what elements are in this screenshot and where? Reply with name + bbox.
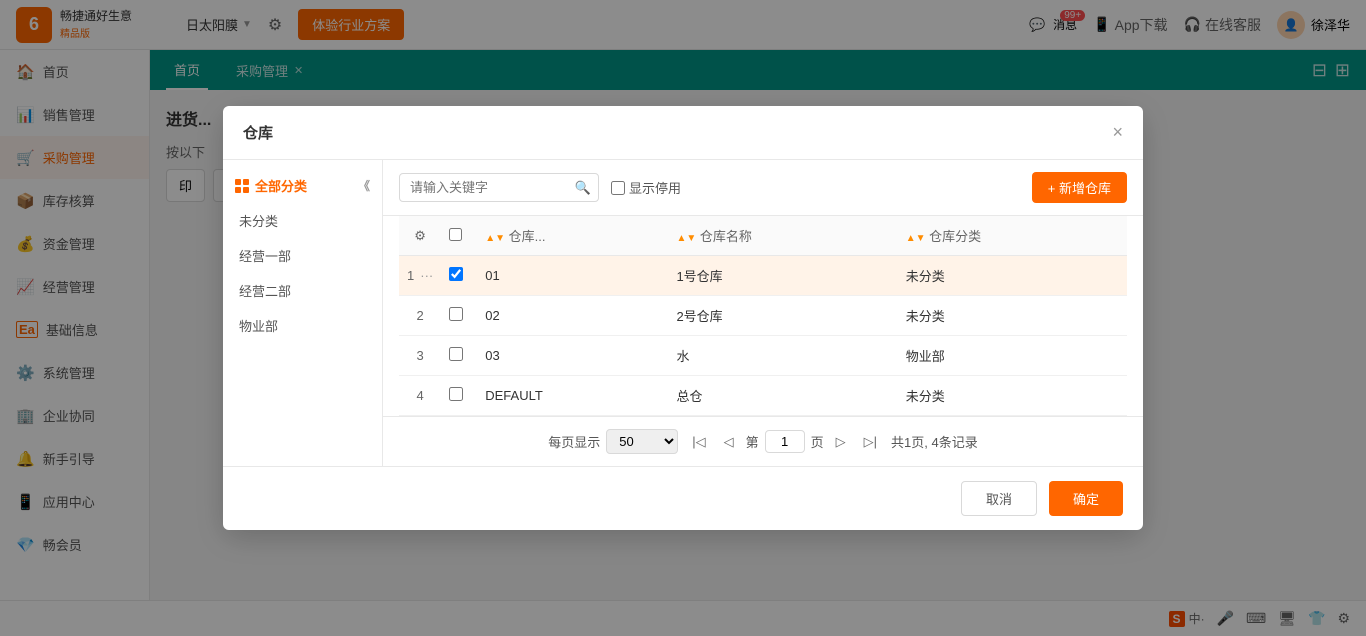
per-page-label: 每页显示: [548, 432, 600, 451]
warehouse-dialog: 仓库 × 全部分类 《 未分类: [223, 106, 1143, 530]
row-code: DEFAULT: [477, 376, 668, 416]
modal-overlay: 仓库 × 全部分类 《 未分类: [0, 0, 1366, 636]
per-page-select[interactable]: 50 10 20 100: [606, 429, 678, 454]
category-item-0[interactable]: 未分类: [223, 203, 382, 238]
page-size-wrap: 每页显示 50 10 20 100: [548, 429, 678, 454]
show-disabled-toggle[interactable]: 显示停用: [611, 178, 681, 197]
dialog-header: 仓库 ×: [223, 106, 1143, 160]
search-input-wrap: 🔍: [399, 173, 599, 202]
row-checkbox[interactable]: [449, 387, 463, 401]
row-checkbox-cell: [441, 256, 477, 296]
show-disabled-checkbox[interactable]: [611, 181, 625, 195]
search-icon: 🔍: [575, 180, 591, 196]
row-checkbox[interactable]: [449, 347, 463, 361]
row-code: 02: [477, 296, 668, 336]
category-item-2[interactable]: 经营二部: [223, 273, 382, 308]
th-checkbox: [441, 216, 477, 256]
row-num: 2: [399, 296, 441, 336]
row-checkbox[interactable]: [449, 307, 463, 321]
warehouse-table-wrap: ⚙ ▲▼ 仓库... ▲▼: [383, 216, 1143, 416]
dialog-footer: 取消 确定: [223, 466, 1143, 530]
row-num: 4: [399, 376, 441, 416]
row-name: 总仓: [668, 376, 897, 416]
warehouse-content-panel: 🔍 显示停用 + 新增仓库 ⚙: [383, 160, 1143, 466]
total-label: 共1页, 4条记录: [891, 432, 978, 451]
select-all-checkbox[interactable]: [449, 228, 462, 241]
row-category: 物业部: [898, 336, 1127, 376]
row-checkbox-cell: [441, 376, 477, 416]
table-header-row: ⚙ ▲▼ 仓库... ▲▼: [399, 216, 1127, 256]
collapse-icon[interactable]: 《: [358, 177, 370, 194]
sort-icon-name: ▲▼: [676, 233, 696, 244]
category-item-3[interactable]: 物业部: [223, 308, 382, 343]
row-checkbox-cell: [441, 296, 477, 336]
dots-btn[interactable]: ···: [420, 268, 433, 283]
confirm-btn[interactable]: 确定: [1049, 481, 1123, 516]
category-panel: 全部分类 《 未分类 经营一部 经营二部 物业部: [223, 160, 383, 466]
warehouse-tbody: 1··· 01 1号仓库 未分类 2 02 2号仓库 未分类 3 03 水 物业…: [399, 256, 1127, 416]
all-category-label: 全部分类: [255, 176, 307, 195]
row-num: 3: [399, 336, 441, 376]
settings-icon: ⚙: [414, 228, 426, 243]
dialog-body: 全部分类 《 未分类 经营一部 经营二部 物业部: [223, 160, 1143, 466]
search-input[interactable]: [399, 173, 599, 202]
page-label: 第: [746, 432, 759, 451]
grid-icon: [235, 179, 249, 193]
row-num: 1···: [399, 256, 441, 296]
th-settings[interactable]: ⚙: [399, 216, 441, 256]
show-disabled-label: 显示停用: [629, 178, 681, 197]
row-checkbox[interactable]: [449, 267, 463, 281]
page-nav: |◁ ◁ 第 页 ▷ ▷|: [686, 430, 883, 453]
row-name: 水: [668, 336, 897, 376]
row-category: 未分类: [898, 296, 1127, 336]
row-category: 未分类: [898, 256, 1127, 296]
sort-icon-cat: ▲▼: [906, 233, 926, 244]
next-page-btn[interactable]: ▷: [830, 432, 852, 452]
row-checkbox-cell: [441, 336, 477, 376]
table-row[interactable]: 1··· 01 1号仓库 未分类: [399, 256, 1127, 296]
dialog-close-btn[interactable]: ×: [1112, 122, 1123, 143]
cancel-btn[interactable]: 取消: [961, 481, 1037, 516]
row-category: 未分类: [898, 376, 1127, 416]
th-name: ▲▼ 仓库名称: [668, 216, 897, 256]
row-name: 1号仓库: [668, 256, 897, 296]
table-row[interactable]: 3 03 水 物业部: [399, 336, 1127, 376]
first-page-btn[interactable]: |◁: [686, 432, 711, 452]
warehouse-table: ⚙ ▲▼ 仓库... ▲▼: [399, 216, 1127, 416]
row-code: 01: [477, 256, 668, 296]
last-page-btn[interactable]: ▷|: [858, 432, 883, 452]
page-unit: 页: [811, 432, 824, 451]
pagination: 每页显示 50 10 20 100 |◁ ◁ 第 页: [383, 416, 1143, 466]
row-name: 2号仓库: [668, 296, 897, 336]
row-code: 03: [477, 336, 668, 376]
new-warehouse-btn[interactable]: + 新增仓库: [1032, 172, 1127, 203]
dialog-title: 仓库: [243, 122, 273, 143]
search-bar: 🔍 显示停用 + 新增仓库: [383, 160, 1143, 216]
th-category: ▲▼ 仓库分类: [898, 216, 1127, 256]
th-code: ▲▼ 仓库...: [477, 216, 668, 256]
prev-page-btn[interactable]: ◁: [718, 432, 740, 452]
table-row[interactable]: 4 DEFAULT 总仓 未分类: [399, 376, 1127, 416]
page-input[interactable]: [765, 430, 805, 453]
sort-icon: ▲▼: [485, 233, 505, 244]
category-item-1[interactable]: 经营一部: [223, 238, 382, 273]
table-row[interactable]: 2 02 2号仓库 未分类: [399, 296, 1127, 336]
all-category-btn[interactable]: 全部分类 《: [223, 168, 382, 203]
